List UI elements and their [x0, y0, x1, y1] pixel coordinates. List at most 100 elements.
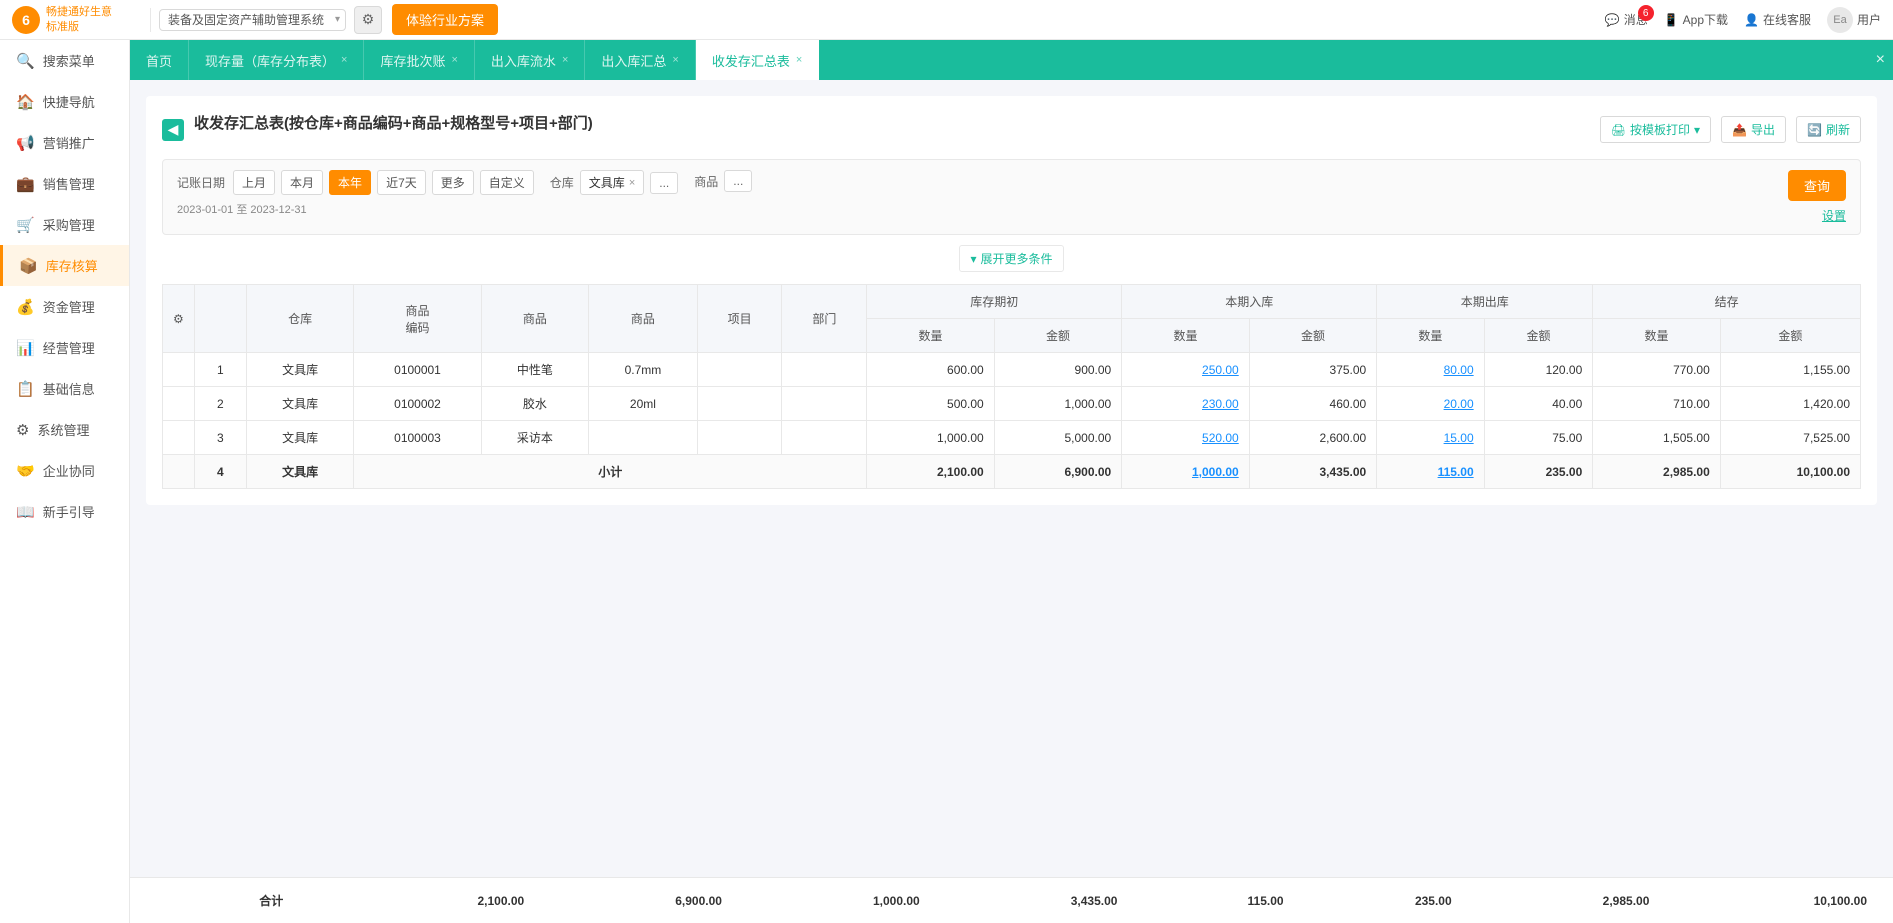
row-gear [163, 353, 195, 387]
row-no: 1 [194, 353, 246, 387]
sidebar-item-label: 销售管理 [43, 174, 95, 193]
sidebar-item-label: 企业协同 [43, 461, 95, 480]
row-out-qty[interactable]: 20.00 [1377, 387, 1484, 421]
warehouse-name: 文具库 [589, 174, 625, 191]
sidebar-item-operations[interactable]: 📊 经营管理 [0, 327, 129, 368]
row-close-qty: 1,505.00 [1593, 421, 1721, 455]
warehouse-ellipsis-btn[interactable]: ... [650, 172, 678, 194]
tab-inout-flow[interactable]: 出入库流水 × [475, 40, 585, 80]
row-close-amt: 1,155.00 [1720, 353, 1860, 387]
row-in-qty[interactable]: 250.00 [1122, 353, 1250, 387]
th-out-qty: 数量 [1377, 319, 1484, 353]
date-this-month[interactable]: 本月 [281, 170, 323, 195]
row-out-qty[interactable]: 15.00 [1377, 421, 1484, 455]
tab-close-icon[interactable]: × [562, 54, 568, 66]
warehouse-tag-close[interactable]: × [629, 177, 635, 189]
sidebar-item-inventory[interactable]: 📦 库存核算 [0, 245, 129, 286]
date-more[interactable]: 更多 [432, 170, 474, 195]
th-in-amt: 金额 [1249, 319, 1377, 353]
content-area: 首页 现存量（库存分布表） × 库存批次账 × 出入库流水 × 出入库汇总 × [130, 40, 1893, 923]
sidebar-item-label: 营销推广 [43, 133, 95, 152]
row-spec: 20ml [589, 387, 698, 421]
tab-bar-close[interactable]: × [1876, 51, 1893, 69]
system-select-wrap[interactable]: 装备及固定资产辅助管理系统 [159, 9, 346, 31]
expand-conditions-button[interactable]: ▾ 展开更多条件 [959, 245, 1063, 272]
user-item[interactable]: Ea 用户 [1827, 7, 1881, 33]
sub-out-qty[interactable]: 115.00 [1377, 455, 1484, 489]
sidebar-item-quick-nav[interactable]: 🏠 快捷导航 [0, 81, 129, 122]
subtotal-row: 4 文具库 小计 2,100.00 6,900.00 1,000.00 3,43… [163, 455, 1861, 489]
table-row: 3 文具库 0100003 采访本 1,000.00 5,000.00 520.… [163, 421, 1861, 455]
app-download-item[interactable]: 📱 App下载 [1664, 11, 1728, 28]
refresh-icon: 🔄 [1807, 123, 1822, 137]
tab-close-icon[interactable]: × [672, 54, 678, 66]
tab-inventory-dist[interactable]: 现存量（库存分布表） × [189, 40, 364, 80]
th-close-qty: 数量 [1593, 319, 1721, 353]
print-label: 按模板打印 [1630, 121, 1690, 138]
tab-close-icon[interactable]: × [451, 54, 457, 66]
row-close-qty: 770.00 [1593, 353, 1721, 387]
sidebar-item-enterprise[interactable]: 🤝 企业协同 [0, 450, 129, 491]
th-stock-in: 本期入库 [1122, 285, 1377, 319]
sidebar-item-label: 基础信息 [43, 379, 95, 398]
th-gear[interactable]: ⚙ [163, 285, 195, 353]
main-content: ◀ 收发存汇总表(按仓库+商品编码+商品+规格型号+项目+部门) 🖨 按模板打印… [130, 80, 1893, 877]
sidebar-item-basic[interactable]: 📋 基础信息 [0, 368, 129, 409]
export-button[interactable]: 📤 导出 [1721, 116, 1786, 143]
date-this-year[interactable]: 本年 [329, 170, 371, 195]
tab-receipt-summary[interactable]: 收发存汇总表 × [696, 40, 819, 80]
row-out-qty[interactable]: 80.00 [1377, 353, 1484, 387]
row-project [697, 353, 782, 387]
sub-in-qty[interactable]: 1,000.00 [1122, 455, 1250, 489]
gear-button[interactable]: ⚙ [354, 6, 382, 34]
row-warehouse: 文具库 [246, 387, 353, 421]
th-stock-out: 本期出库 [1377, 285, 1593, 319]
sidebar-item-marketing[interactable]: 📢 营销推广 [0, 122, 129, 163]
logo-area: 6 畅捷通好生意 标准版 [12, 5, 142, 34]
date-last-month[interactable]: 上月 [233, 170, 275, 195]
sidebar-item-search[interactable]: 🔍 搜索菜单 [0, 40, 129, 81]
row-in-qty[interactable]: 230.00 [1122, 387, 1250, 421]
system-select[interactable]: 装备及固定资产辅助管理系统 [159, 9, 346, 31]
messages-item[interactable]: 💬 消息 6 [1605, 11, 1648, 28]
sidebar-item-purchase[interactable]: 🛒 采购管理 [0, 204, 129, 245]
home-icon: 🏠 [16, 93, 35, 111]
tab-label: 库存批次账 [380, 51, 445, 70]
enterprise-icon: 🤝 [16, 462, 35, 480]
export-icon: 📤 [1732, 123, 1747, 137]
query-button[interactable]: 查询 [1788, 170, 1846, 201]
table-row: 2 文具库 0100002 胶水 20ml 500.00 1,000.00 23… [163, 387, 1861, 421]
sidebar-item-label: 搜索菜单 [43, 51, 95, 70]
collapse-button[interactable]: ◀ [162, 119, 184, 141]
tab-batch[interactable]: 库存批次账 × [364, 40, 474, 80]
row-in-qty[interactable]: 520.00 [1122, 421, 1250, 455]
th-open-amt: 金额 [994, 319, 1122, 353]
th-warehouse: 仓库 [246, 285, 353, 353]
trial-button[interactable]: 体验行业方案 [392, 4, 498, 35]
tab-close-icon[interactable]: × [796, 54, 802, 66]
sidebar-item-finance[interactable]: 💰 资金管理 [0, 286, 129, 327]
sidebar-item-guide[interactable]: 📖 新手引导 [0, 491, 129, 532]
settings-link[interactable]: 设置 [1822, 207, 1846, 224]
row-open-qty: 600.00 [867, 353, 995, 387]
th-name: 商品 [481, 285, 588, 353]
row-code: 0100003 [354, 421, 482, 455]
date-7days[interactable]: 近7天 [377, 170, 426, 195]
sub-open-qty: 2,100.00 [867, 455, 995, 489]
sidebar-item-system[interactable]: ⚙ 系统管理 [0, 409, 129, 450]
goods-ellipsis-btn[interactable]: ... [724, 170, 752, 192]
sidebar-item-sales[interactable]: 💼 销售管理 [0, 163, 129, 204]
goods-label: 商品 [694, 173, 718, 190]
purchase-icon: 🛒 [16, 216, 35, 234]
tab-inout-summary[interactable]: 出入库汇总 × [585, 40, 695, 80]
date-custom[interactable]: 自定义 [480, 170, 534, 195]
tab-home[interactable]: 首页 [130, 40, 189, 80]
refresh-button[interactable]: 🔄 刷新 [1796, 116, 1861, 143]
print-button[interactable]: 🖨 按模板打印 ▾ [1600, 116, 1711, 143]
tab-close-icon[interactable]: × [341, 54, 347, 66]
sub-label: 小计 [354, 455, 867, 489]
row-open-amt: 1,000.00 [994, 387, 1122, 421]
tab-label: 出入库流水 [491, 51, 556, 70]
main-panel: ◀ 收发存汇总表(按仓库+商品编码+商品+规格型号+项目+部门) 🖨 按模板打印… [146, 96, 1877, 505]
online-service-item[interactable]: 👤 在线客服 [1744, 11, 1811, 28]
